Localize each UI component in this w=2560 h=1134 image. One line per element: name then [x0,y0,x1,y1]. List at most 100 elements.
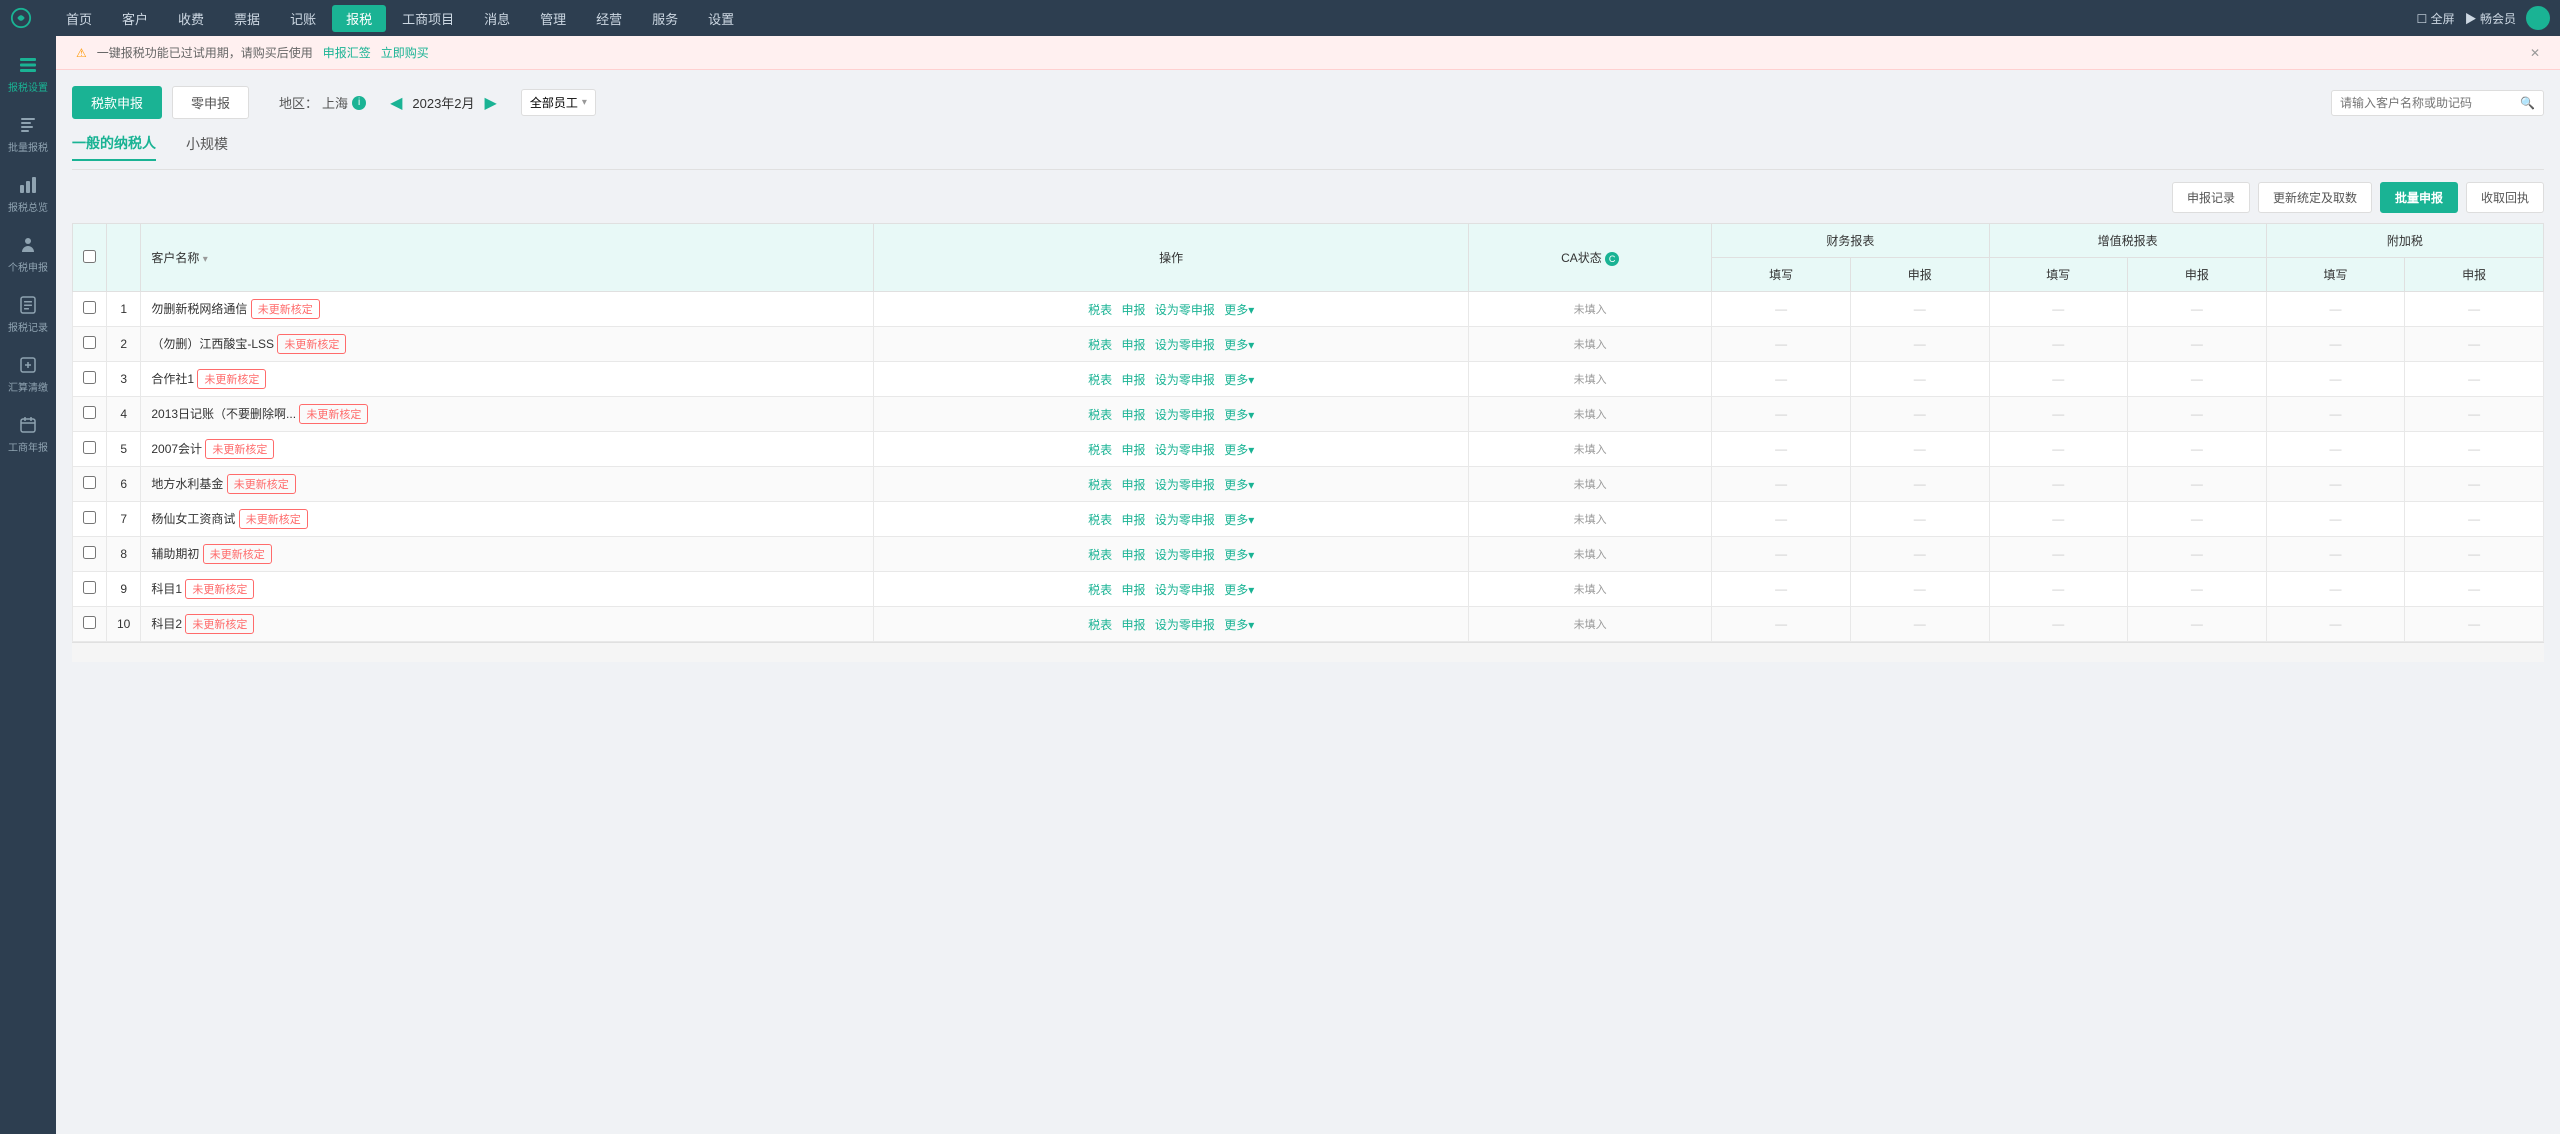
op-lingshenbao[interactable]: 设为零申报 [1155,338,1215,352]
op-lingshenbao[interactable]: 设为零申报 [1155,373,1215,387]
nav-operation[interactable]: 经营 [582,5,636,32]
sidebar-item-gongshangnianbao[interactable]: 工商年报 [0,404,56,464]
row-ops: 税表 申报 设为零申报 更多▾ [874,292,1469,327]
op-lingshenbao[interactable]: 设为零申报 [1155,548,1215,562]
nav-home[interactable]: 首页 [52,5,106,32]
op-lingshenbao[interactable]: 设为零申报 [1155,478,1215,492]
op-shuibiao[interactable]: 税表 [1088,443,1112,457]
banner-close[interactable]: ✕ [2530,46,2540,60]
op-lingshenbao[interactable]: 设为零申报 [1155,443,1215,457]
op-gengduo[interactable]: 更多▾ [1224,618,1254,632]
op-shuibiao[interactable]: 税表 [1088,338,1112,352]
row-checkbox-8[interactable] [83,546,96,559]
op-gengduo[interactable]: 更多▾ [1224,373,1254,387]
sidebar-item-baoshuishezhi[interactable]: 报税设置 [0,44,56,104]
sidebar-item-geshenbaoshui[interactable]: 个税申报 [0,224,56,284]
op-shenbao[interactable]: 申报 [1121,618,1145,632]
op-gengduo[interactable]: 更多▾ [1224,408,1254,422]
sidebar-item-baoshuizonglan[interactable]: 报税总览 [0,164,56,224]
op-shenbao[interactable]: 申报 [1121,478,1145,492]
tab-lingshenbao[interactable]: 零申报 [172,86,249,119]
subtab-xiaogui[interactable]: 小规模 [186,134,228,160]
row-fj2: — [2405,397,2544,432]
row-checkbox-1[interactable] [83,301,96,314]
op-shenbao[interactable]: 申报 [1121,548,1145,562]
row-ca: 未填入 [1468,362,1711,397]
op-shenbao[interactable]: 申报 [1121,513,1145,527]
search-input[interactable] [2340,91,2520,115]
op-shuibiao[interactable]: 税表 [1088,583,1112,597]
banner-link1[interactable]: 申报汇签 [323,44,371,61]
op-shenbao[interactable]: 申报 [1121,408,1145,422]
op-shuibiao[interactable]: 税表 [1088,513,1112,527]
op-shuibiao[interactable]: 税表 [1088,303,1112,317]
op-shenbao[interactable]: 申报 [1121,303,1145,317]
row-cw2: — [1850,467,1989,502]
sort-icon[interactable]: ▾ [203,254,208,265]
nav-business[interactable]: 工商项目 [388,5,468,32]
op-shenbao[interactable]: 申报 [1121,443,1145,457]
op-lingshenbao[interactable]: 设为零申报 [1155,408,1215,422]
row-checkbox-7[interactable] [83,511,96,524]
row-checkbox-6[interactable] [83,476,96,489]
nav-invoice[interactable]: 票据 [220,5,274,32]
op-shuibiao[interactable]: 税表 [1088,478,1112,492]
piliangshenbao-btn[interactable]: 批量申报 [2380,182,2458,213]
op-gengduo[interactable]: 更多▾ [1224,583,1254,597]
row-name: 勿删新税网络通信 未更新核定 [141,292,874,327]
table-footer [72,642,2544,662]
op-shenbao[interactable]: 申报 [1121,373,1145,387]
row-checkbox-2[interactable] [83,336,96,349]
nav-bookkeeping[interactable]: 记账 [276,5,330,32]
nav-message[interactable]: 消息 [470,5,524,32]
row-checkbox-9[interactable] [83,581,96,594]
user-avatar[interactable] [2526,6,2550,30]
op-shuibiao[interactable]: 税表 [1088,373,1112,387]
banner-link2[interactable]: 立即购买 [381,44,429,61]
op-gengduo[interactable]: 更多▾ [1224,513,1254,527]
nav-fee[interactable]: 收费 [164,5,218,32]
shoquhuizhi-btn[interactable]: 收取回执 [2466,182,2544,213]
vip-btn[interactable]: ▶ 畅会员 [2465,10,2516,27]
fullscreen-btn[interactable]: ☐ 全屏 [2417,10,2455,27]
sidebar-item-piliangbaoshui[interactable]: 批量报税 [0,104,56,164]
op-lingshenbao[interactable]: 设为零申报 [1155,303,1215,317]
row-checkbox-5[interactable] [83,441,96,454]
nav-manage[interactable]: 管理 [526,5,580,32]
row-ops: 税表 申报 设为零申报 更多▾ [874,467,1469,502]
op-shuibiao[interactable]: 税表 [1088,408,1112,422]
op-gengduo[interactable]: 更多▾ [1224,338,1254,352]
op-lingshenbao[interactable]: 设为零申报 [1155,583,1215,597]
sidebar-item-jisuanqingchu[interactable]: 汇算清缴 [0,344,56,404]
staff-select[interactable]: 全部员工 ▾ [521,89,596,116]
op-shenbao[interactable]: 申报 [1121,338,1145,352]
nav-settings[interactable]: 设置 [694,5,748,32]
op-gengduo[interactable]: 更多▾ [1224,478,1254,492]
op-shuibiao[interactable]: 税表 [1088,618,1112,632]
nav-customer[interactable]: 客户 [108,5,162,32]
subtab-yibannashuiren[interactable]: 一般的纳税人 [72,133,156,161]
gengxintongding-btn[interactable]: 更新统定及取数 [2258,182,2372,213]
row-checkbox-10[interactable] [83,616,96,629]
op-shenbao[interactable]: 申报 [1121,583,1145,597]
op-gengduo[interactable]: 更多▾ [1224,443,1254,457]
op-lingshenbao[interactable]: 设为零申报 [1155,618,1215,632]
location-info-icon[interactable]: i [352,96,366,110]
op-gengduo[interactable]: 更多▾ [1224,548,1254,562]
nav-service[interactable]: 服务 [638,5,692,32]
row-zz2: — [2128,432,2267,467]
date-next-btn[interactable]: ▶ [481,93,501,113]
nav-tax[interactable]: 报税 [332,5,386,32]
op-gengduo[interactable]: 更多▾ [1224,303,1254,317]
ca-info-icon[interactable]: C [1605,252,1619,266]
sidebar-item-baoshuijilu[interactable]: 报税记录 [0,284,56,344]
row-checkbox-3[interactable] [83,371,96,384]
select-all-checkbox[interactable] [83,250,96,263]
op-shuibiao[interactable]: 税表 [1088,548,1112,562]
op-lingshenbao[interactable]: 设为零申报 [1155,513,1215,527]
search-icon[interactable]: 🔍 [2520,96,2535,110]
date-prev-btn[interactable]: ◀ [386,93,406,113]
shenbaojilu-btn[interactable]: 申报记录 [2172,182,2250,213]
row-checkbox-4[interactable] [83,406,96,419]
tab-shuikuanshenbao[interactable]: 税款申报 [72,86,162,119]
